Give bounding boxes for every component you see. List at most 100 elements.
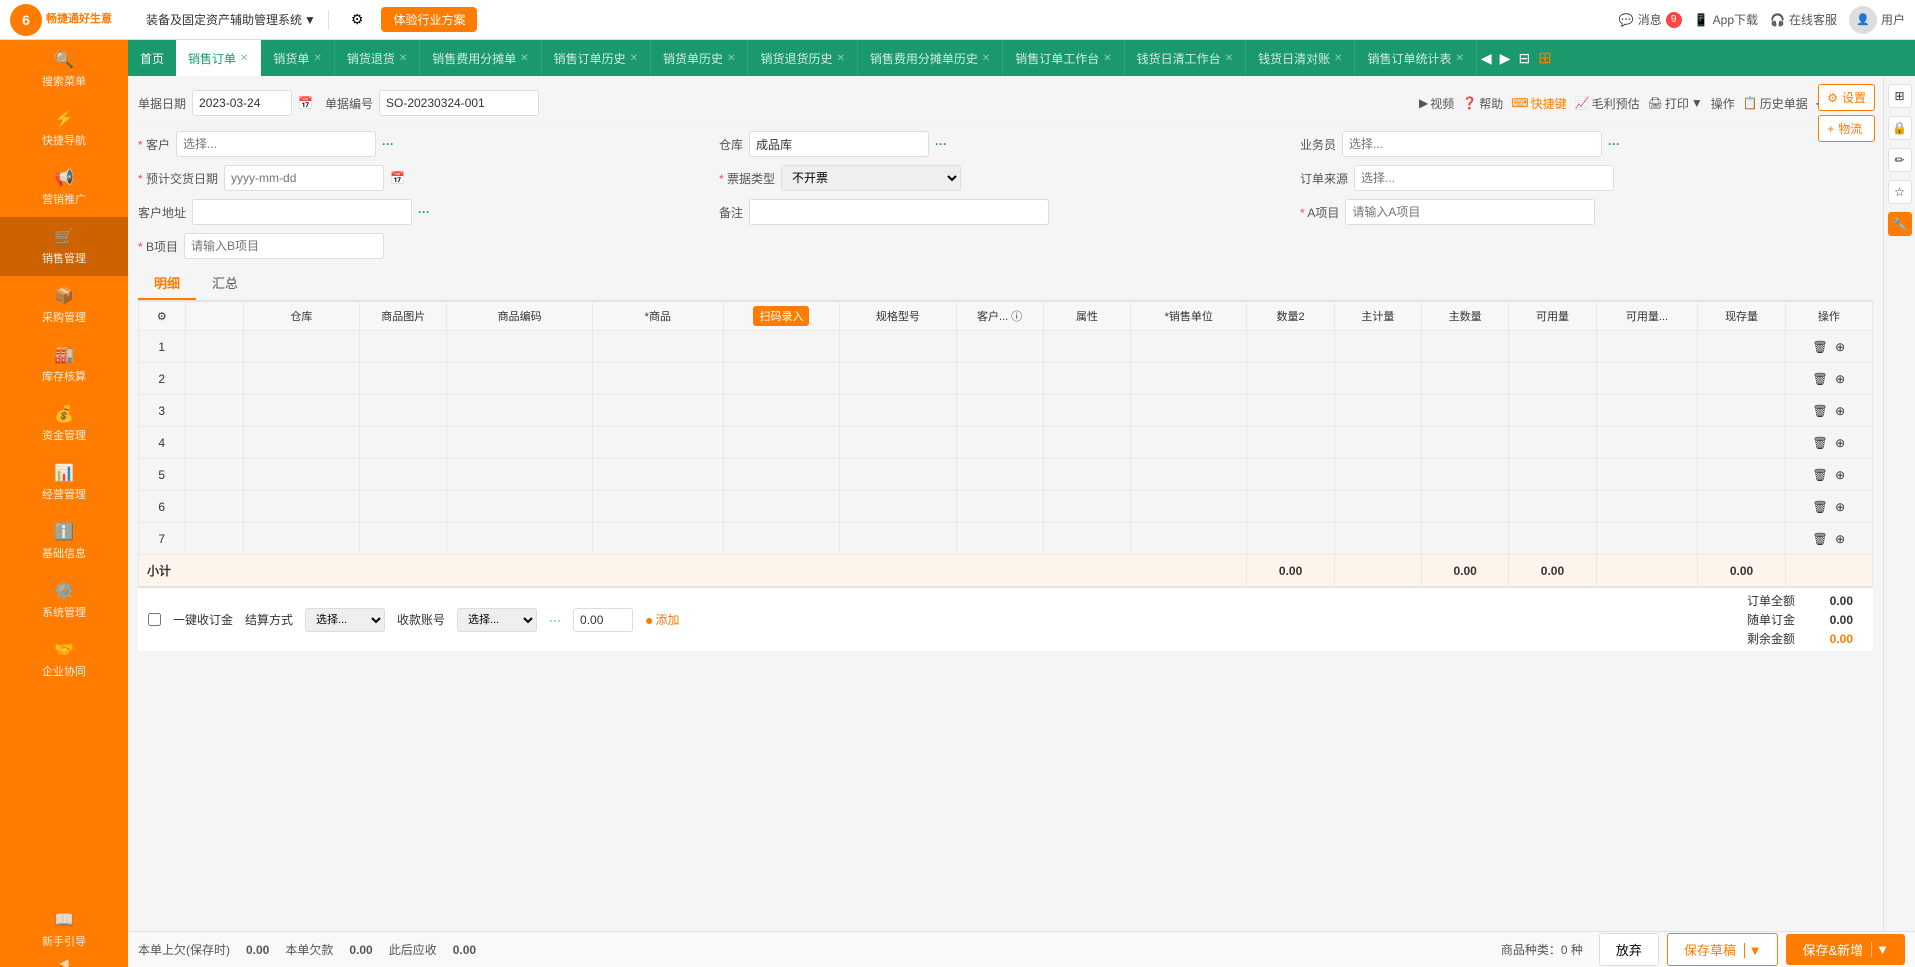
- tab-prev-btn[interactable]: ◀: [1477, 50, 1496, 67]
- sidebar-item-collab[interactable]: 🤝 企业协同: [0, 630, 128, 689]
- row3-copy-btn[interactable]: ⊕: [1835, 404, 1845, 418]
- right-btn-tool[interactable]: 🔧: [1888, 212, 1912, 236]
- close-order-workbench-tab[interactable]: ✕: [1103, 53, 1111, 64]
- row1-warehouse[interactable]: [243, 331, 359, 363]
- detail-tab-items[interactable]: 明细: [138, 267, 196, 300]
- tab-goods-history[interactable]: 销货单历史 ✕: [651, 40, 748, 76]
- row3-delete-btn[interactable]: 🗑: [1813, 404, 1828, 418]
- history-btn[interactable]: 📋 历史单据: [1743, 95, 1808, 112]
- single-no-input[interactable]: [379, 90, 539, 116]
- customer-input[interactable]: [176, 131, 376, 157]
- row7-delete-btn[interactable]: 🗑: [1813, 532, 1828, 546]
- auto-checkout-checkbox[interactable]: [148, 613, 161, 626]
- row5-copy-btn[interactable]: ⊕: [1835, 468, 1845, 482]
- delivery-date-input[interactable]: [224, 165, 384, 191]
- th-settings[interactable]: ⚙: [139, 302, 186, 331]
- close-return-tab[interactable]: ✕: [399, 53, 407, 64]
- warehouse-input[interactable]: [749, 131, 929, 157]
- tab-more-btn[interactable]: ⊟: [1514, 50, 1534, 67]
- tab-cash-reconcile[interactable]: 钱货日清对账 ✕: [1246, 40, 1355, 76]
- detail-tab-summary[interactable]: 汇总: [196, 267, 254, 300]
- user-area[interactable]: 👤 用户: [1849, 6, 1905, 34]
- sidebar-item-system[interactable]: ⚙️ 系统管理: [0, 571, 128, 630]
- sidebar-item-purchase[interactable]: 📦 采购管理: [0, 276, 128, 335]
- row5-delete-btn[interactable]: 🗑: [1813, 468, 1828, 482]
- close-stats-tab[interactable]: ✕: [1456, 53, 1464, 64]
- tab-sales-order[interactable]: 销售订单 ✕: [176, 40, 261, 76]
- row1-delete-btn[interactable]: 🗑: [1813, 340, 1828, 354]
- scan-input-button[interactable]: 扫码录入: [753, 306, 809, 326]
- payment-amount-input[interactable]: [573, 608, 633, 632]
- industry-solution-button[interactable]: 体验行业方案: [381, 7, 477, 32]
- close-goods-history-tab[interactable]: ✕: [727, 53, 735, 64]
- tab-order-workbench[interactable]: 销售订单工作台 ✕: [1003, 40, 1124, 76]
- right-btn-edit[interactable]: ✏: [1888, 148, 1912, 172]
- warehouse-more-btn[interactable]: ···: [935, 137, 947, 151]
- tab-fee-split[interactable]: 销售费用分摊单 ✕: [420, 40, 541, 76]
- row2-copy-btn[interactable]: ⊕: [1835, 372, 1845, 386]
- save-draft-dropdown-icon[interactable]: ▼: [1744, 943, 1762, 958]
- close-return-history-tab[interactable]: ✕: [836, 53, 844, 64]
- row1-product[interactable]: [592, 331, 723, 363]
- tab-fee-history[interactable]: 销售费用分摊单历史 ✕: [858, 40, 1003, 76]
- tab-order-history[interactable]: 销售订单历史 ✕: [542, 40, 651, 76]
- calendar-icon[interactable]: 📅: [298, 96, 313, 110]
- message-btn[interactable]: 💬 消息 9: [1619, 11, 1682, 28]
- close-sales-order-tab[interactable]: ✕: [240, 53, 248, 64]
- row4-copy-btn[interactable]: ⊕: [1835, 436, 1845, 450]
- row7-copy-btn[interactable]: ⊕: [1835, 532, 1845, 546]
- tab-return[interactable]: 销货退货 ✕: [335, 40, 420, 76]
- row6-copy-btn[interactable]: ⊕: [1835, 500, 1845, 514]
- settings-button[interactable]: ⚙ 设置: [1818, 84, 1875, 111]
- close-fee-history-tab[interactable]: ✕: [982, 53, 990, 64]
- sidebar-item-inventory[interactable]: 🏭 库存核算: [0, 335, 128, 394]
- add-payment-btn[interactable]: ● 添加: [645, 611, 679, 628]
- row1-main-qty[interactable]: [1422, 331, 1509, 363]
- operations-btn[interactable]: 操作: [1711, 95, 1735, 112]
- row1-customer[interactable]: [956, 331, 1043, 363]
- sidebar-item-finance[interactable]: 💰 资金管理: [0, 394, 128, 453]
- profit-btn[interactable]: 📈 毛利预估: [1575, 95, 1640, 112]
- sidebar-item-basic[interactable]: ℹ️ 基础信息: [0, 512, 128, 571]
- salesperson-more-btn[interactable]: ···: [1608, 137, 1620, 151]
- discard-button[interactable]: 放弃: [1599, 933, 1659, 966]
- tab-next-btn[interactable]: ▶: [1496, 50, 1515, 67]
- tab-cash-workbench[interactable]: 钱货日清工作台 ✕: [1125, 40, 1246, 76]
- save-draft-button[interactable]: 保存草稿 ▼: [1667, 933, 1779, 966]
- sidebar-item-marketing[interactable]: 📢 营销推广: [0, 158, 128, 217]
- close-cash-workbench-tab[interactable]: ✕: [1225, 53, 1233, 64]
- row6-delete-btn[interactable]: 🗑: [1813, 500, 1828, 514]
- customer-more-btn[interactable]: ···: [382, 137, 394, 151]
- sidebar-item-sales[interactable]: 🛒 销售管理: [0, 217, 128, 276]
- tab-stats[interactable]: 销售订单统计表 ✕: [1355, 40, 1476, 76]
- close-order-history-tab[interactable]: ✕: [630, 53, 638, 64]
- close-sales-goods-tab[interactable]: ✕: [313, 53, 321, 64]
- tab-return-history[interactable]: 销货退货历史 ✕: [748, 40, 857, 76]
- right-btn-lock[interactable]: 🔒: [1888, 116, 1912, 140]
- row1-sku[interactable]: [447, 331, 592, 363]
- view-video-btn[interactable]: ▶ 视频: [1419, 95, 1454, 112]
- invoice-type-select[interactable]: 不开票 增值税专票 增值税普票: [781, 165, 961, 191]
- sidebar-item-operations[interactable]: 📊 经营管理: [0, 453, 128, 512]
- material-button[interactable]: + 物流: [1818, 115, 1875, 142]
- sidebar-collapse-btn[interactable]: ◀: [59, 956, 68, 967]
- row4-delete-btn[interactable]: 🗑: [1813, 436, 1828, 450]
- gear-icon[interactable]: ⚙: [341, 0, 374, 40]
- row1-attr[interactable]: [1043, 331, 1130, 363]
- close-fee-split-tab[interactable]: ✕: [520, 53, 528, 64]
- customer-address-input[interactable]: [192, 199, 412, 225]
- right-btn-grid[interactable]: ⊞: [1888, 84, 1912, 108]
- online-service-btn[interactable]: 🎧 在线客服: [1770, 11, 1837, 28]
- sidebar-item-nav[interactable]: ⚡ 快捷导航: [0, 99, 128, 158]
- address-more-btn[interactable]: ···: [418, 205, 430, 219]
- a-project-input[interactable]: [1345, 199, 1595, 225]
- tab-sales-goods[interactable]: 销货单 ✕: [261, 40, 334, 76]
- payment-dots[interactable]: ···: [549, 613, 561, 627]
- tab-home[interactable]: 首页: [128, 40, 176, 76]
- app-download-btn[interactable]: 📱 App下载: [1694, 11, 1758, 28]
- system-title-dropdown[interactable]: 装备及固定资产辅助管理系统 ▼: [146, 11, 316, 28]
- row1-copy-btn[interactable]: ⊕: [1835, 340, 1845, 354]
- remark-input[interactable]: [749, 199, 1049, 225]
- save-new-dropdown-icon[interactable]: ▼: [1871, 942, 1889, 957]
- delivery-calendar-icon[interactable]: 📅: [390, 171, 405, 185]
